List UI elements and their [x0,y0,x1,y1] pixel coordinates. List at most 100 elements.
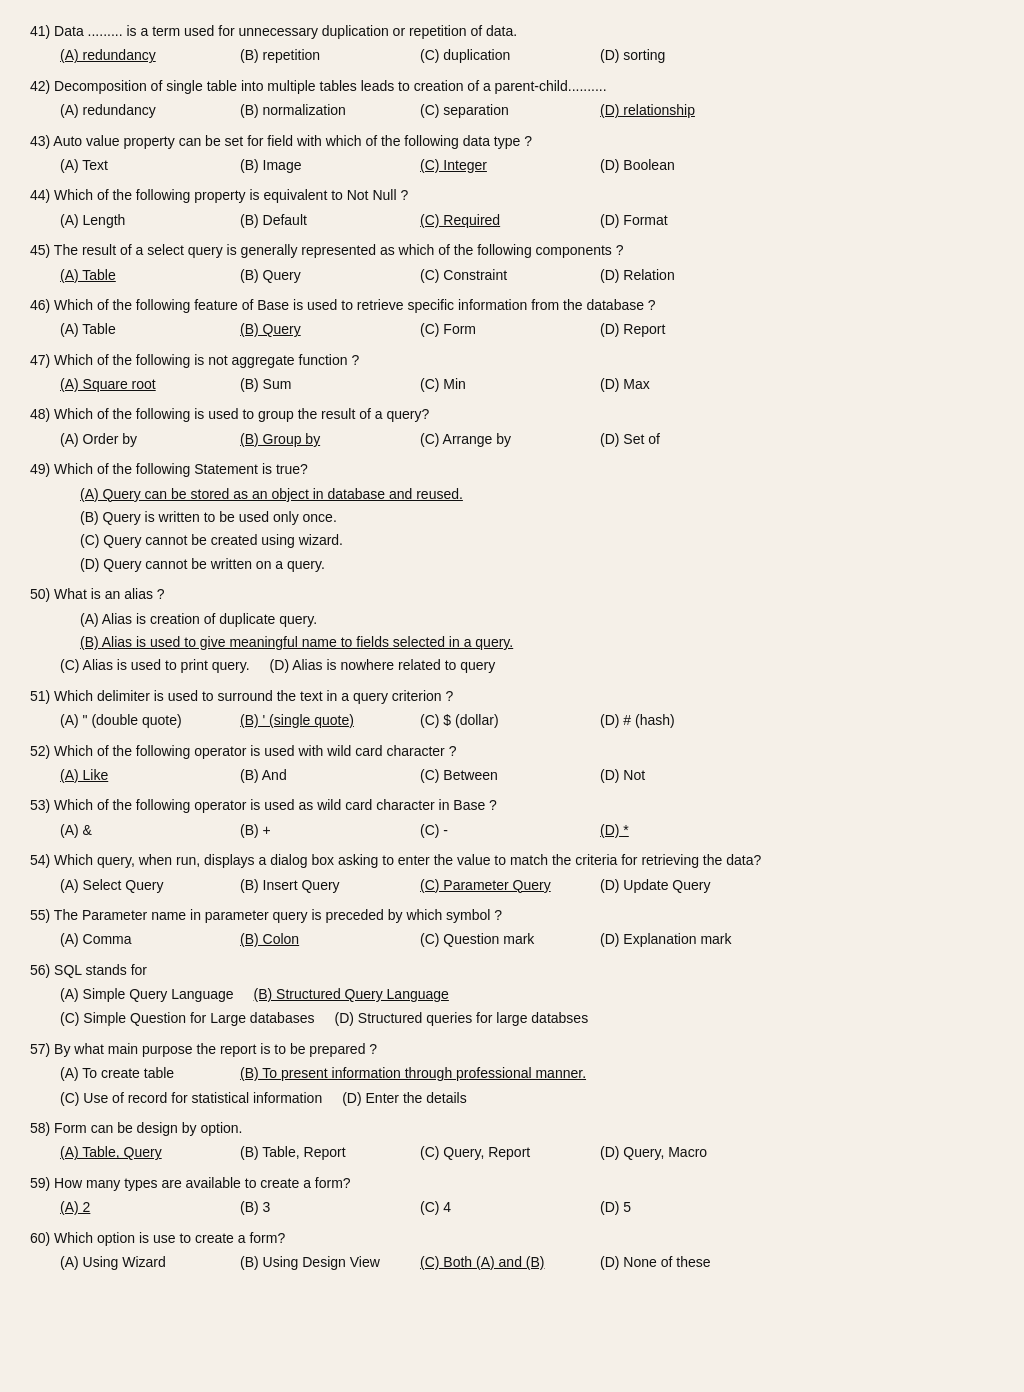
option: (A) Simple Query Language [60,983,234,1005]
options-row: (A) To create table (B) To present inform… [30,1062,994,1084]
question-text: 49) Which of the following Statement is … [30,458,994,480]
question-block: 52) Which of the following operator is u… [30,740,994,787]
options-row: (A) Length(B) Default(C) Required(D) For… [30,209,994,231]
option: (A) Comma [60,928,220,950]
options-row: (C) Simple Question for Large databases (… [30,1007,994,1029]
option: (C) Query cannot be created using wizard… [30,529,994,551]
option: (A) Table [60,264,220,286]
option: (A) To create table [60,1062,220,1084]
options-row: (A) Comma (B) Colon (C) Question mark (D) E… [30,928,994,950]
question-text: 48) Which of the following is used to gr… [30,403,994,425]
option: (C) Arrange by [420,428,580,450]
option: (D) Explanation mark [600,928,760,950]
option: (D) Format [600,209,760,231]
question-block: 60) Which option is use to create a form… [30,1227,994,1274]
option: (C) separation [420,99,580,121]
option: (B) normalization [240,99,400,121]
option: (A) Text [60,154,220,176]
option: (C) Simple Question for Large databases [60,1007,314,1029]
options-row: (A) redundancy (B) normalization (C) separ… [30,99,994,121]
question-block: 50) What is an alias ?(A) Alias is creat… [30,583,994,677]
options-row: (A) redundancy(B) repetition(C) duplicat… [30,44,994,66]
option: (B) repetition [240,44,400,66]
option: (D) Query cannot be written on a query. [30,553,994,575]
options-row: (C) Alias is used to print query.(D) Ali… [30,654,994,676]
options-row: (A) Table(B) Query(C) Form(D) Report [30,318,994,340]
option: (B) Query is written to be used only onc… [30,506,994,528]
option: (D) Set of [600,428,760,450]
options-row: (A) &(B) +(C) -(D) * [30,819,994,841]
options-row: (A) 2(B) 3(C) 4(D) 5 [30,1196,994,1218]
option: (A) Select Query [60,874,220,896]
option: (D) Not [600,764,760,786]
option: (B) Query [240,264,400,286]
option: (C) Question mark [420,928,580,950]
option: (D) # (hash) [600,709,760,731]
option: (A) 2 [60,1196,220,1218]
option: (A) Table, Query [60,1141,220,1163]
options-row: (A) Order by(B) Group by(C) Arrange by(D… [30,428,994,450]
option: (A) Like [60,764,220,786]
question-text: 55) The Parameter name in parameter quer… [30,904,994,926]
question-text: 43) Auto value property can be set for f… [30,130,994,152]
question-text: 60) Which option is use to create a form… [30,1227,994,1249]
option: (D) Max [600,373,760,395]
question-text: 41) Data ......... is a term used for un… [30,20,994,42]
option: (B) To present information through profe… [240,1062,586,1084]
question-text: 57) By what main purpose the report is t… [30,1038,994,1060]
options-row: (A) Using Wizard(B) Using Design View(C)… [30,1251,994,1273]
option: (B) Colon [240,928,400,950]
question-block: 42) Decomposition of single table into m… [30,75,994,122]
option: (B) Image [240,154,400,176]
question-text: 56) SQL stands for [30,959,994,981]
question-text: 58) Form can be design by option. [30,1117,994,1139]
option: (B) Table, Report [240,1141,400,1163]
option: (B) Structured Query Language [254,983,449,1005]
question-block: 58) Form can be design by option.(A) Tab… [30,1117,994,1164]
option: (D) * [600,819,760,841]
option: (D) Alias is nowhere related to query [270,654,496,676]
option: (A) Alias is creation of duplicate query… [30,608,994,630]
options-row: (A) Table, Query(B) Table, Report(C) Que… [30,1141,994,1163]
option: (B) 3 [240,1196,400,1218]
quiz-container: 41) Data ......... is a term used for un… [30,20,994,1273]
question-text: 52) Which of the following operator is u… [30,740,994,762]
option: (D) Boolean [600,154,760,176]
question-text: 51) Which delimiter is used to surround … [30,685,994,707]
option: (C) 4 [420,1196,580,1218]
option: (C) duplication [420,44,580,66]
question-block: 54) Which query, when run, displays a di… [30,849,994,896]
option: (A) Query can be stored as an object in … [30,483,994,505]
question-text: 54) Which query, when run, displays a di… [30,849,994,871]
option: (A) Using Wizard [60,1251,220,1273]
option: (A) Length [60,209,220,231]
option: (B) And [240,764,400,786]
option: (C) Integer [420,154,580,176]
option: (A) Square root [60,373,220,395]
question-text: 45) The result of a select query is gene… [30,239,994,261]
option: (C) Constraint [420,264,580,286]
option: (D) Relation [600,264,760,286]
option: (C) - [420,819,580,841]
options-row: (A) Simple Query Language (B) Structured … [30,983,994,1005]
options-row: (A) Like(B) And(C) Between(D) Not [30,764,994,786]
option: (A) Order by [60,428,220,450]
option: (B) Insert Query [240,874,400,896]
question-text: 44) Which of the following property is e… [30,184,994,206]
options-row: (A) Table (B) Query (C) Constraint (D) Rela… [30,264,994,286]
options-row: (A) " (double quote) (B) ' (single quote)… [30,709,994,731]
option: (D) sorting [600,44,760,66]
option: (A) " (double quote) [60,709,220,731]
option: (A) redundancy [60,99,220,121]
option: (C) Both (A) and (B) [420,1251,580,1273]
question-text: 42) Decomposition of single table into m… [30,75,994,97]
option: (C) Form [420,318,580,340]
option: (D) Enter the details [342,1087,502,1109]
option: (A) & [60,819,220,841]
question-block: 56) SQL stands for(A) Simple Query Langu… [30,959,994,1030]
option: (D) Structured queries for large databse… [334,1007,588,1029]
option: (B) ' (single quote) [240,709,400,731]
question-block: 55) The Parameter name in parameter quer… [30,904,994,951]
option: (D) Query, Macro [600,1141,760,1163]
option: (D) Update Query [600,874,760,896]
